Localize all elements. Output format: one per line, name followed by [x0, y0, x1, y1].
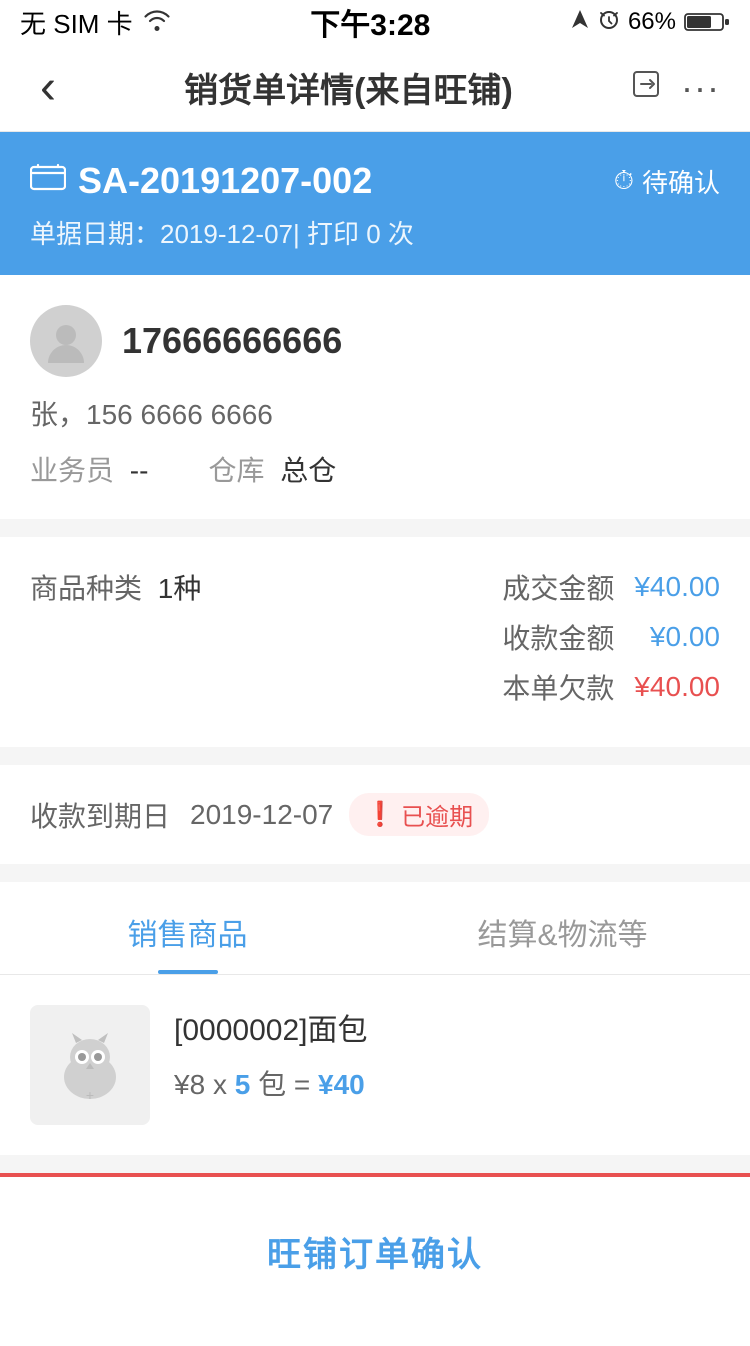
- received-row: 收款金额 ¥0.00: [502, 617, 720, 657]
- product-section: + [0000002]面包 ¥8 x 5 包 = ¥40: [0, 975, 750, 1155]
- back-button[interactable]: ‹: [30, 50, 66, 125]
- product-item: + [0000002]面包 ¥8 x 5 包 = ¥40: [30, 1005, 720, 1125]
- status-bar: 无 SIM 卡 下午3:28: [0, 0, 750, 44]
- order-date: 单据日期：2019-12-07| 打印 0 次: [30, 214, 720, 251]
- owed-value: ¥40.00: [634, 671, 720, 703]
- overdue-icon: ❗: [365, 800, 395, 829]
- amount-row: 成交金额 ¥40.00: [502, 567, 720, 607]
- order-icon: [30, 160, 66, 202]
- wifi-icon: [143, 7, 171, 38]
- customer-section: 17666666666 张，156 6666 6666 业务员 -- 仓库 总仓: [0, 275, 750, 519]
- overdue-badge: ❗ 已逾期: [349, 793, 489, 836]
- confirm-button[interactable]: 旺铺订单确认: [30, 1197, 720, 1306]
- status-left: 无 SIM 卡: [20, 4, 171, 41]
- avatar: [30, 305, 102, 377]
- confirm-btn-wrap: 旺铺订单确认: [0, 1173, 750, 1346]
- share-icon[interactable]: [631, 69, 661, 107]
- product-name: [0000002]面包: [174, 1005, 720, 1049]
- tabs: 销售商品 结算&物流等: [0, 882, 750, 975]
- product-info: [0000002]面包 ¥8 x 5 包 = ¥40: [174, 1005, 720, 1103]
- carrier-text: 无 SIM 卡: [20, 4, 133, 41]
- sales-info: 业务员 --: [30, 449, 148, 489]
- product-img-placeholder: +: [50, 1025, 130, 1105]
- product-price: ¥8 x 5 包 = ¥40: [174, 1063, 720, 1103]
- location-icon: [570, 8, 590, 37]
- summary-left: 商品种类 1种: [30, 567, 201, 607]
- product-image: +: [30, 1005, 150, 1125]
- received-value: ¥0.00: [650, 621, 720, 653]
- order-id: SA-20191207-002: [30, 160, 372, 202]
- svg-text:+: +: [86, 1087, 94, 1103]
- time-display: 下午3:28: [310, 0, 430, 44]
- battery-text: 66%: [628, 8, 676, 36]
- customer-phone: 17666666666: [122, 320, 342, 362]
- battery-icon: [684, 11, 730, 33]
- owed-row: 本单欠款 ¥40.00: [502, 667, 720, 707]
- order-status: ⏱ 待确认: [614, 163, 720, 200]
- warehouse-info: 仓库 总仓: [208, 449, 336, 489]
- amount-value: ¥40.00: [634, 571, 720, 603]
- order-id-row: SA-20191207-002 ⏱ 待确认: [30, 160, 720, 202]
- status-right: 66%: [570, 8, 730, 37]
- alarm-icon: [598, 8, 620, 37]
- tab-products[interactable]: 销售商品: [0, 882, 375, 974]
- summary-right: 成交金额 ¥40.00 收款金额 ¥0.00 本单欠款 ¥40.00: [502, 567, 720, 717]
- customer-name: 张，156 6666 6666: [30, 393, 720, 433]
- order-header: SA-20191207-002 ⏱ 待确认 单据日期：2019-12-07| 打…: [0, 132, 750, 275]
- customer-meta: 业务员 -- 仓库 总仓: [30, 449, 720, 489]
- payment-due-section: 收款到期日 2019-12-07 ❗ 已逾期: [0, 765, 750, 864]
- customer-top: 17666666666: [30, 305, 720, 377]
- nav-actions: ···: [631, 67, 720, 109]
- page-title: 销货单详情(来自旺铺): [184, 63, 513, 112]
- more-icon[interactable]: ···: [681, 67, 720, 109]
- tab-settlement[interactable]: 结算&物流等: [375, 882, 750, 974]
- nav-bar: ‹ 销货单详情(来自旺铺) ···: [0, 44, 750, 132]
- summary-section: 商品种类 1种 成交金额 ¥40.00 收款金额 ¥0.00 本单欠款 ¥40.…: [0, 537, 750, 747]
- status-clock-icon: ⏱: [614, 165, 634, 197]
